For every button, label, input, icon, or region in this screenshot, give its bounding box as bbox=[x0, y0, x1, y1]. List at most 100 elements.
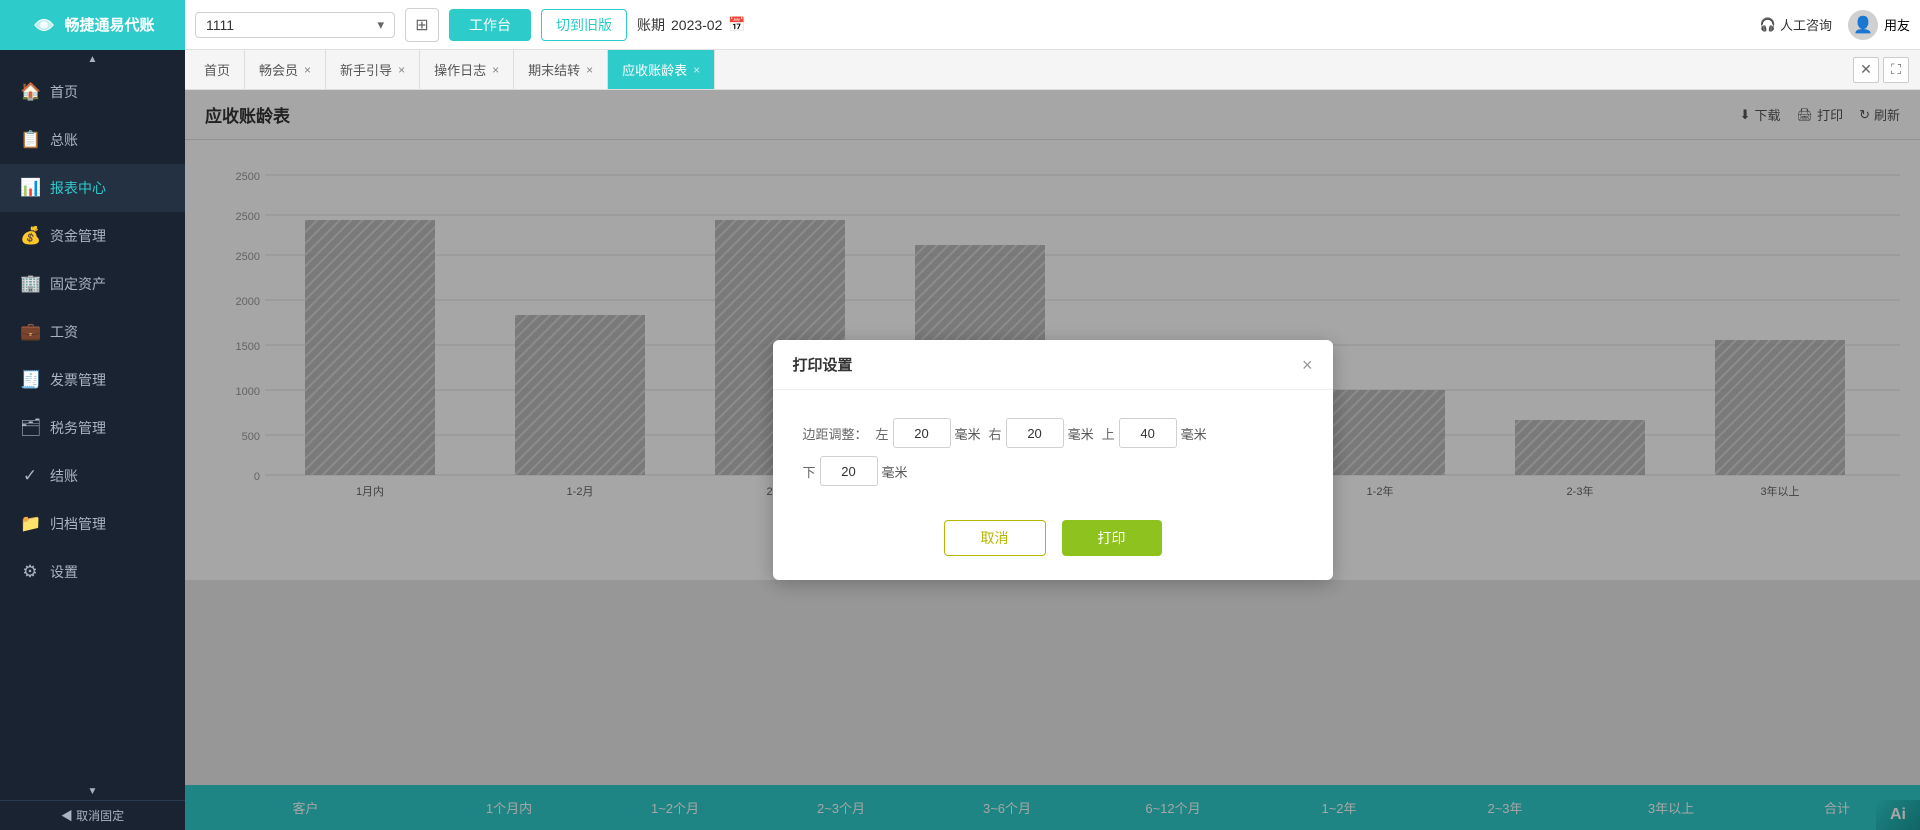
period-label: 账期 bbox=[637, 15, 665, 35]
dialog-body: 边距调整： 左 毫米 右 毫米 bbox=[773, 390, 1333, 510]
bottom-label: 下 bbox=[803, 462, 816, 481]
switch-version-button[interactable]: 切到旧版 bbox=[541, 9, 627, 41]
sidebar-item-home[interactable]: 🏠 首页 bbox=[0, 68, 185, 116]
chevron-down-icon: ▾ bbox=[377, 17, 384, 33]
reports-icon: 📊 bbox=[20, 178, 40, 198]
dialog-header: 打印设置 × bbox=[773, 340, 1333, 390]
dialog-footer: 取消 打印 bbox=[773, 510, 1333, 580]
sidebar-item-label: 归档管理 bbox=[50, 514, 106, 534]
consultation-label: 人工咨询 bbox=[1780, 15, 1832, 34]
tab-close-icon[interactable]: × bbox=[492, 63, 499, 77]
cancel-button[interactable]: 取消 bbox=[944, 520, 1046, 556]
sidebar-item-invoice[interactable]: 🧾 发票管理 bbox=[0, 356, 185, 404]
left-margin-input[interactable] bbox=[893, 418, 951, 448]
sidebar-item-label: 资金管理 bbox=[50, 226, 106, 246]
company-name: 1111 bbox=[206, 17, 369, 33]
tab-close-icon[interactable]: × bbox=[586, 63, 593, 77]
tab-close-icon[interactable]: × bbox=[304, 63, 311, 77]
page-content: 应收账龄表 ⬇ 下载 🖨 打印 ↻ 刷新 bbox=[185, 90, 1920, 830]
left-margin-group: 左 毫米 bbox=[876, 418, 981, 448]
close-window-button[interactable]: ✕ bbox=[1853, 57, 1879, 83]
right-label: 右 bbox=[989, 424, 1002, 443]
tab-oplog[interactable]: 操作日志 × bbox=[420, 50, 514, 89]
sidebar-scroll-up[interactable]: ▲ bbox=[0, 50, 185, 68]
tab-yearend[interactable]: 期末结转 × bbox=[514, 50, 608, 89]
period-value: 2023-02 bbox=[671, 17, 722, 33]
margin-row: 边距调整： 左 毫米 右 毫米 bbox=[803, 418, 1303, 486]
bottom-margin-input[interactable] bbox=[820, 456, 878, 486]
top-label: 上 bbox=[1102, 424, 1115, 443]
sidebar-item-salary[interactable]: 💼 工资 bbox=[0, 308, 185, 356]
header-right: 🎧 人工咨询 👤 用友 bbox=[1760, 10, 1910, 40]
sidebar-item-label: 发票管理 bbox=[50, 370, 106, 390]
ledger-icon: 📋 bbox=[20, 130, 40, 150]
logo-text: 畅捷通易代账 bbox=[64, 14, 154, 35]
right-margin-input[interactable] bbox=[1006, 418, 1064, 448]
sidebar-collapse-button[interactable]: ◀ 取消固定 bbox=[0, 800, 185, 830]
invoice-icon: 🧾 bbox=[20, 370, 40, 390]
tabs-bar: 首页 畅会员 × 新手引导 × 操作日志 × 期末结转 × 应收账龄表 × bbox=[185, 50, 1920, 90]
calendar-icon[interactable]: 📅 bbox=[728, 16, 745, 33]
right-margin-group: 右 毫米 bbox=[989, 418, 1094, 448]
sidebar-scroll-down[interactable]: ▼ bbox=[0, 782, 185, 800]
tab-home[interactable]: 首页 bbox=[190, 50, 245, 89]
tab-label: 操作日志 bbox=[434, 60, 486, 79]
sidebar-item-tax[interactable]: 🗂 税务管理 bbox=[0, 404, 185, 452]
tab-guide[interactable]: 新手引导 × bbox=[326, 50, 420, 89]
logo-icon bbox=[30, 11, 58, 39]
sidebar-item-label: 设置 bbox=[50, 562, 78, 582]
sidebar-item-archive[interactable]: 📁 归档管理 bbox=[0, 500, 185, 548]
sidebar-item-label: 固定资产 bbox=[50, 274, 106, 294]
tab-close-icon[interactable]: × bbox=[693, 63, 700, 77]
top-margin-group: 上 毫米 bbox=[1102, 418, 1207, 448]
maximize-window-button[interactable]: ⛶ bbox=[1883, 57, 1909, 83]
sidebar-item-checkout[interactable]: ✓ 结账 bbox=[0, 452, 185, 500]
tab-label: 畅会员 bbox=[259, 60, 298, 79]
sidebar-item-label: 首页 bbox=[50, 82, 78, 102]
funds-icon: 💰 bbox=[20, 226, 40, 246]
sidebar-item-funds[interactable]: 💰 资金管理 bbox=[0, 212, 185, 260]
copy-icon[interactable]: ⊞ bbox=[405, 8, 439, 42]
top-unit: 毫米 bbox=[1181, 424, 1207, 443]
sidebar-item-label: 结账 bbox=[50, 466, 78, 486]
company-selector[interactable]: 1111 ▾ bbox=[195, 12, 395, 38]
workbench-button[interactable]: 工作台 bbox=[449, 9, 531, 41]
home-icon: 🏠 bbox=[20, 82, 40, 102]
assets-icon: 🏢 bbox=[20, 274, 40, 294]
user-area[interactable]: 👤 用友 bbox=[1848, 10, 1910, 40]
logo-area: 畅捷通易代账 bbox=[0, 0, 185, 50]
collapse-label: ◀ 取消固定 bbox=[61, 807, 124, 824]
sidebar-item-label: 总账 bbox=[50, 130, 78, 150]
right-unit: 毫米 bbox=[1068, 424, 1094, 443]
sidebar-item-settings[interactable]: ⚙ 设置 bbox=[0, 548, 185, 596]
sidebar-item-label: 税务管理 bbox=[50, 418, 106, 438]
dialog-title: 打印设置 bbox=[793, 354, 1302, 375]
sidebar-item-ledger[interactable]: 📋 总账 bbox=[0, 116, 185, 164]
avatar: 👤 bbox=[1848, 10, 1878, 40]
tab-close-icon[interactable]: × bbox=[398, 63, 405, 77]
sidebar-item-assets[interactable]: 🏢 固定资产 bbox=[0, 260, 185, 308]
archive-icon: 📁 bbox=[20, 514, 40, 534]
tab-label: 新手引导 bbox=[340, 60, 392, 79]
tab-member[interactable]: 畅会员 × bbox=[245, 50, 326, 89]
checkout-icon: ✓ bbox=[20, 466, 40, 486]
sidebar-item-reports[interactable]: 📊 报表中心 bbox=[0, 164, 185, 212]
print-confirm-button[interactable]: 打印 bbox=[1062, 520, 1162, 556]
headset-icon: 🎧 bbox=[1760, 17, 1776, 33]
period-area: 账期 2023-02 📅 bbox=[637, 15, 746, 35]
tab-aging[interactable]: 应收账龄表 × bbox=[608, 50, 715, 89]
bottom-margin-group: 下 毫米 bbox=[803, 456, 908, 486]
sidebar-item-label: 工资 bbox=[50, 322, 78, 342]
content-area: 首页 畅会员 × 新手引导 × 操作日志 × 期末结转 × 应收账龄表 × bbox=[185, 50, 1920, 830]
settings-icon: ⚙ bbox=[20, 562, 40, 582]
consultation-button[interactable]: 🎧 人工咨询 bbox=[1760, 15, 1832, 34]
tab-label: 应收账龄表 bbox=[622, 60, 687, 79]
user-label: 用友 bbox=[1884, 15, 1910, 34]
print-settings-dialog: 打印设置 × 边距调整： 左 毫米 右 bbox=[773, 340, 1333, 580]
margin-adjust-label: 边距调整： bbox=[803, 424, 868, 443]
top-margin-input[interactable] bbox=[1119, 418, 1177, 448]
dialog-close-button[interactable]: × bbox=[1302, 356, 1313, 374]
top-header: 畅捷通易代账 1111 ▾ ⊞ 工作台 切到旧版 账期 2023-02 📅 🎧 … bbox=[0, 0, 1920, 50]
main-layout: ▲ 🏠 首页 📋 总账 📊 报表中心 💰 资金管理 🏢 固定资产 💼 工资 🧾 … bbox=[0, 50, 1920, 830]
tax-icon: 🗂 bbox=[20, 418, 40, 438]
